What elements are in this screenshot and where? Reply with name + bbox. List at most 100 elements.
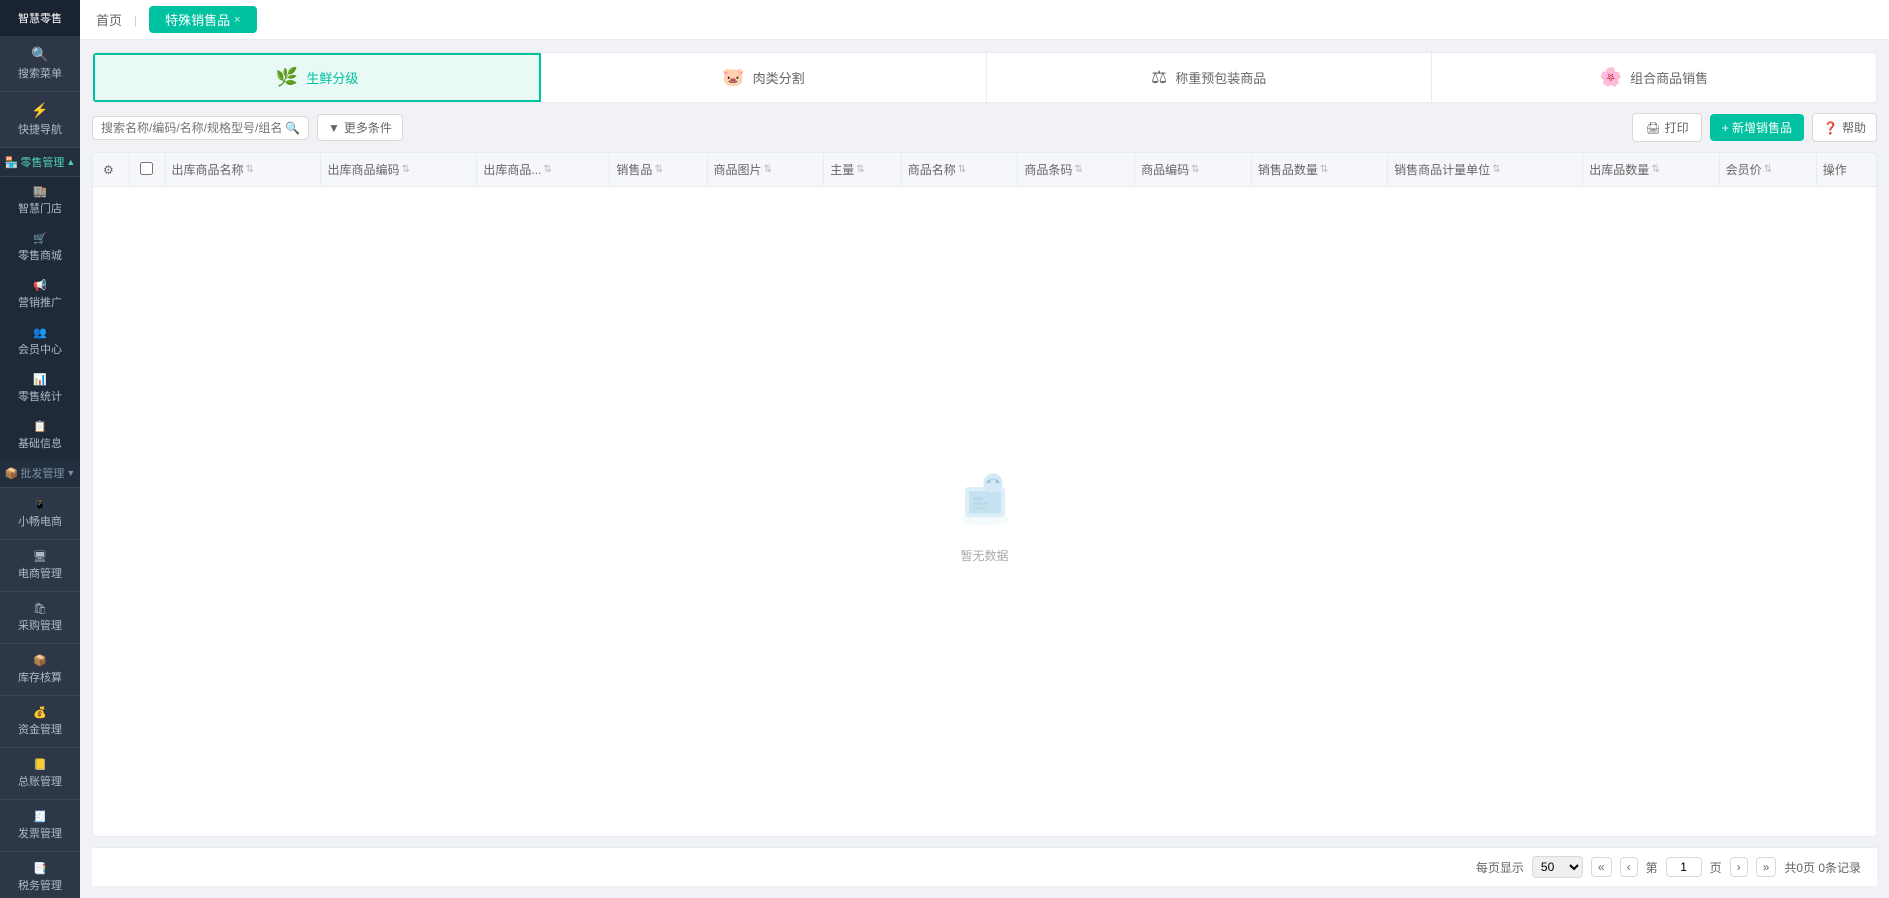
col-goods-code[interactable]: 商品编码 ⇅ xyxy=(1135,153,1252,187)
finance-icon: 💰 xyxy=(33,706,47,719)
sort-icon10: ⇅ xyxy=(1320,164,1328,175)
ecom-mgmt-icon: 🖥 xyxy=(33,550,47,563)
col-main[interactable]: 主量 ⇅ xyxy=(824,153,901,187)
sort-icon5: ⇅ xyxy=(764,164,772,175)
page-unit: 页 xyxy=(1710,859,1722,876)
sidebar-item-label: 智慧门店 xyxy=(18,200,62,216)
sort-icon7: ⇅ xyxy=(958,164,966,175)
cat-tab-combo-sales[interactable]: 🌸 组合商品销售 xyxy=(1432,53,1876,102)
sidebar-item-smart-store[interactable]: 🏬 智慧门店 xyxy=(0,177,80,224)
select-all-checkbox[interactable] xyxy=(140,162,153,175)
sidebar-item-finance[interactable]: 💰 资金管理 xyxy=(0,696,80,748)
table-header-row: ⚙ 出库商品名称 ⇅ 出库商品编码 ⇅ xyxy=(93,153,1876,187)
col-goods-code-label: 商品编码 xyxy=(1141,161,1189,178)
cat-tab-meat-cut[interactable]: 🐷 肉类分割 xyxy=(541,53,986,102)
sidebar-item-purchase-mgmt[interactable]: 🛍 采购管理 xyxy=(0,592,80,644)
search-box: 🔍 xyxy=(92,116,309,140)
sidebar-item-quick-nav[interactable]: ⚡ 快捷导航 xyxy=(0,92,80,148)
sidebar-item-label: 快捷导航 xyxy=(18,121,62,137)
sidebar-item-label: 会员中心 xyxy=(18,341,62,357)
col-out-code[interactable]: 出库商品编码 ⇅ xyxy=(321,153,477,187)
chevron-down-icon2: ▼ xyxy=(66,468,75,478)
empty-state: 暂无数据 xyxy=(93,187,1876,836)
next-page-btn[interactable]: › xyxy=(1730,857,1748,877)
basic-info-icon: 📋 xyxy=(33,420,47,433)
retail-stats-icon: 📊 xyxy=(33,373,47,386)
quick-nav-icon: ⚡ xyxy=(31,102,48,119)
smart-store-icon: 🏬 xyxy=(33,185,47,198)
toolbar-right: 🖨 打印 + 新增销售品 ❓ 帮助 xyxy=(1632,113,1877,142)
data-table: ⚙ 出库商品名称 ⇅ 出库商品编码 ⇅ xyxy=(93,153,1876,187)
sidebar-item-label: 批发管理 xyxy=(20,465,64,481)
col-barcode[interactable]: 商品条码 ⇅ xyxy=(1018,153,1135,187)
search-icon[interactable]: 🔍 xyxy=(285,121,300,135)
first-page-btn[interactable]: « xyxy=(1591,857,1612,877)
pagination: 每页显示 50 100 200 « ‹ 第 页 › » 共0页 0条记录 xyxy=(92,847,1877,886)
meat-cut-icon: 🐷 xyxy=(722,67,744,88)
page-input[interactable] xyxy=(1666,857,1702,877)
combo-icon: 🌸 xyxy=(1600,67,1622,88)
col-goods-name-label: 商品名称 xyxy=(908,161,956,178)
col-member-price[interactable]: 会员价 ⇅ xyxy=(1719,153,1816,187)
cat-tab-fresh-grade[interactable]: 🌿 生鲜分级 xyxy=(93,53,541,102)
filter-btn[interactable]: ▼ 更多条件 xyxy=(317,114,403,141)
sidebar-item-retail-mgmt[interactable]: 🏪 零售管理 ▲ xyxy=(0,148,80,177)
sidebar-item-retail-stats[interactable]: 📊 零售统计 xyxy=(0,365,80,412)
col-out-qty[interactable]: 出库品数量 ⇅ xyxy=(1583,153,1719,187)
sidebar-item-mini-ecom[interactable]: 📱 小畅电商 xyxy=(0,488,80,540)
sort-icon12: ⇅ xyxy=(1651,164,1659,175)
filter-icon: ▼ xyxy=(328,121,340,135)
sidebar-item-ecom-mgmt[interactable]: 🖥 电商管理 xyxy=(0,540,80,592)
per-page-select[interactable]: 50 100 200 xyxy=(1532,856,1583,878)
col-goods-name[interactable]: 商品名称 ⇅ xyxy=(901,153,1018,187)
sidebar-item-label: 发票管理 xyxy=(18,825,62,841)
sidebar-item-label: 资金管理 xyxy=(18,721,62,737)
sidebar-item-label: 搜索菜单 xyxy=(18,65,62,81)
col-out-spec[interactable]: 出库商品... ⇅ xyxy=(477,153,610,187)
toolbar-left: 🔍 ▼ 更多条件 xyxy=(92,114,403,141)
sidebar-item-label: 库存核算 xyxy=(18,669,62,685)
sidebar-item-search-menu[interactable]: 🔍 搜索菜单 xyxy=(0,36,80,92)
col-img[interactable]: 商品图片 ⇅ xyxy=(707,153,824,187)
col-out-spec-label: 出库商品... xyxy=(483,161,541,178)
col-img-label: 商品图片 xyxy=(714,161,762,178)
search-input[interactable] xyxy=(101,121,281,135)
help-label: 帮助 xyxy=(1842,119,1866,136)
sidebar-item-sales-promo[interactable]: 📢 营销推广 xyxy=(0,271,80,318)
sidebar-item-retail-mall[interactable]: 🛒 零售商城 xyxy=(0,224,80,271)
sidebar-item-invoice[interactable]: 🧾 发票管理 xyxy=(0,800,80,852)
mini-ecom-icon: 📱 xyxy=(33,498,47,511)
prev-page-btn[interactable]: ‹ xyxy=(1620,857,1638,877)
col-sale-unit-label: 销售商品计量单位 xyxy=(1394,161,1490,178)
fresh-grade-icon: 🌿 xyxy=(276,67,298,88)
data-table-container: ⚙ 出库商品名称 ⇅ 出库商品编码 ⇅ xyxy=(92,152,1877,837)
breadcrumb[interactable]: 首页 xyxy=(96,10,122,29)
member-center-icon: 👥 xyxy=(33,326,47,339)
col-check[interactable] xyxy=(129,153,165,187)
add-btn[interactable]: + 新增销售品 xyxy=(1710,114,1804,141)
page-label: 第 xyxy=(1646,859,1658,876)
col-out-qty-label: 出库品数量 xyxy=(1589,161,1649,178)
help-btn[interactable]: ❓ 帮助 xyxy=(1812,113,1877,142)
col-sale-unit[interactable]: 销售商品计量单位 ⇅ xyxy=(1388,153,1583,187)
sidebar-item-tax[interactable]: 📑 税务管理 xyxy=(0,852,80,898)
active-tab[interactable]: 特殊销售品 × xyxy=(149,6,256,33)
col-sale-qty[interactable]: 销售品数量 ⇅ xyxy=(1251,153,1387,187)
col-gear[interactable]: ⚙ xyxy=(93,153,129,187)
last-page-btn[interactable]: » xyxy=(1756,857,1777,877)
col-sale-item[interactable]: 销售品 ⇅ xyxy=(610,153,707,187)
sidebar-item-ledger[interactable]: 📒 总账管理 xyxy=(0,748,80,800)
sidebar-item-member-center[interactable]: 👥 会员中心 xyxy=(0,318,80,365)
sidebar-item-wholesale-mgmt[interactable]: 📦 批发管理 ▼ xyxy=(0,459,80,488)
print-btn[interactable]: 🖨 打印 xyxy=(1632,113,1701,142)
sidebar-item-basic-info[interactable]: 📋 基础信息 xyxy=(0,412,80,459)
sidebar-item-inventory[interactable]: 📦 库存核算 xyxy=(0,644,80,696)
sidebar-item-label: 小畅电商 xyxy=(18,513,62,529)
col-out-name[interactable]: 出库商品名称 ⇅ xyxy=(165,153,321,187)
tab-close-btn[interactable]: × xyxy=(234,14,240,26)
cat-tab-weigh-prepack[interactable]: ⚖ 称重预包装商品 xyxy=(987,53,1432,102)
sidebar: 智慧零售 🔍 搜索菜单 ⚡ 快捷导航 🏪 零售管理 ▲ 🏬 智慧门店 🛒 零售商… xyxy=(0,0,80,898)
sidebar-item-label: 总账管理 xyxy=(18,773,62,789)
sidebar-item-label: 基础信息 xyxy=(18,435,62,451)
sidebar-item-label: 零售统计 xyxy=(18,388,62,404)
